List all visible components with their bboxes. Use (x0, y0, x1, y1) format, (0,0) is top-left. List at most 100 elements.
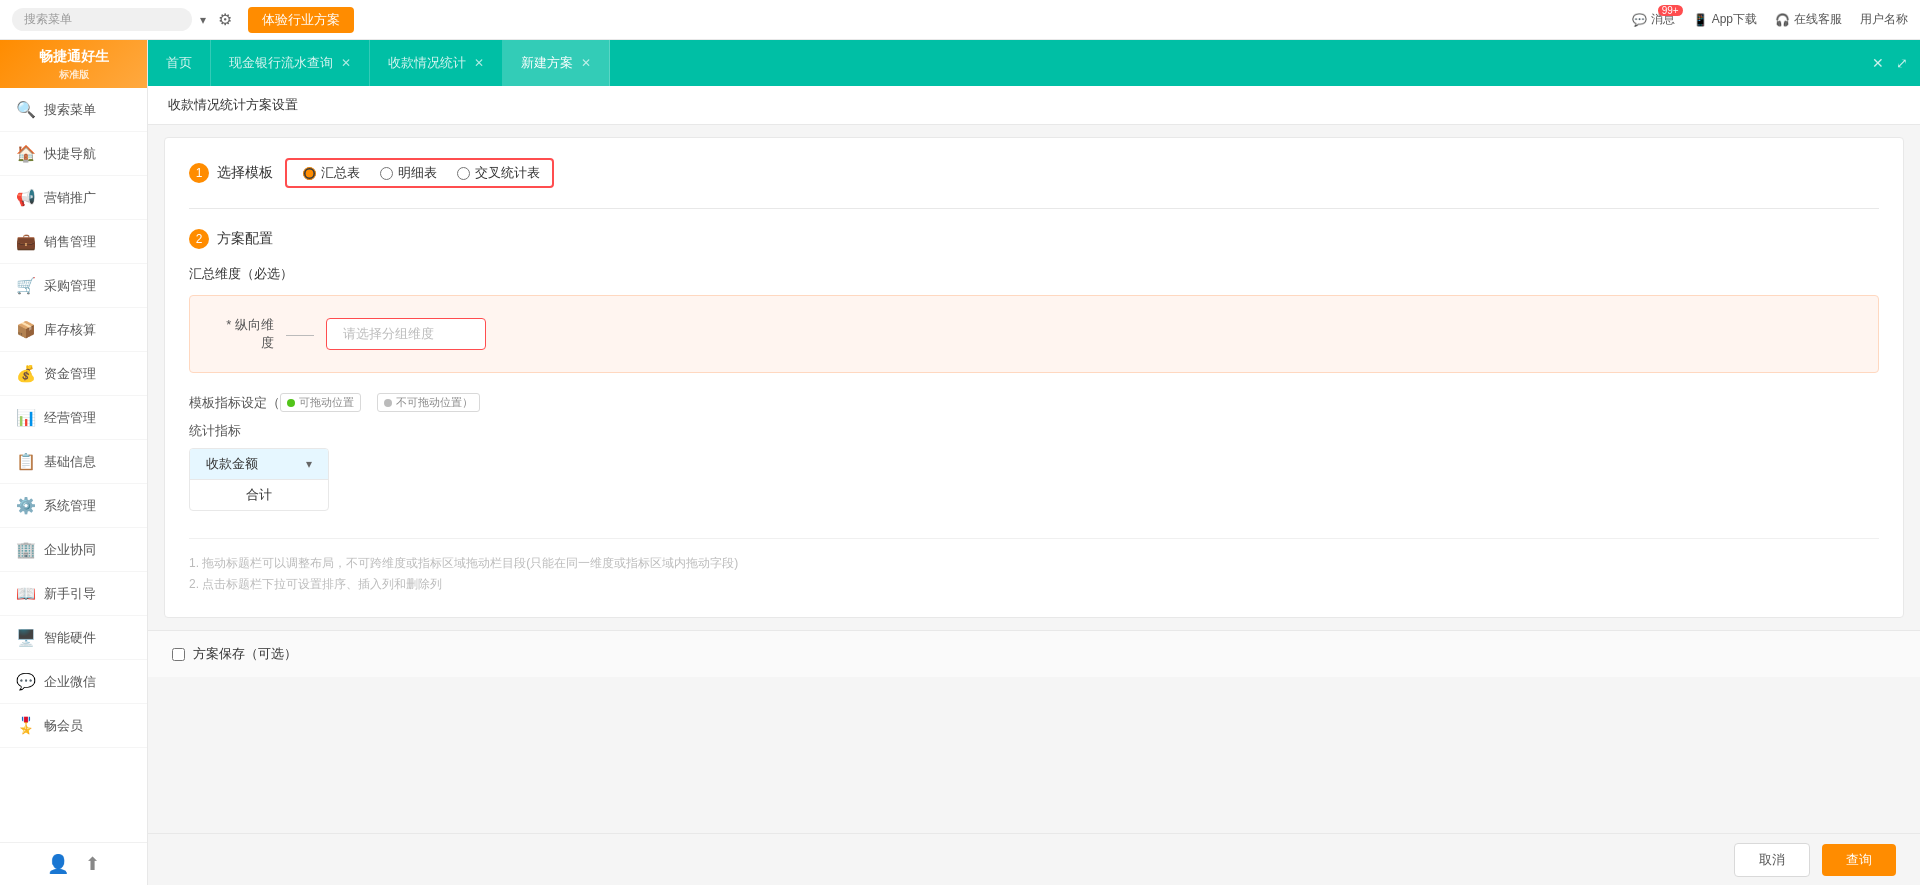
radio-huizong[interactable]: 汇总表 (303, 164, 360, 182)
finance-icon: 💰 (16, 364, 36, 383)
sidebar-item-search[interactable]: 🔍 搜索菜单 (0, 88, 147, 132)
sidebar-item-guide[interactable]: 📖 新手引导 (0, 572, 147, 616)
tab-close-receivable[interactable]: ✕ (474, 56, 484, 70)
logo-line1: 畅捷通好生 (39, 47, 109, 65)
sidebar-logo: 畅捷通好生 标准版 (0, 40, 147, 88)
sidebar-item-purchase[interactable]: 🛒 采购管理 (0, 264, 147, 308)
metrics-col-stats-label: 统计指标 收款金额 ▾ 合计 (189, 422, 329, 514)
step2-label: 方案配置 (217, 230, 273, 248)
metrics-columns: 统计指标 收款金额 ▾ 合计 (189, 422, 1879, 514)
metrics-table: 收款金额 ▾ 合计 (189, 448, 329, 511)
sales-icon: 💼 (16, 232, 36, 251)
right-panel: 首页 现金银行流水查询 ✕ 收款情况统计 ✕ 新建方案 ✕ ✕ ⤢ (148, 40, 1920, 885)
sidebar-item-system[interactable]: ⚙️ 系统管理 (0, 484, 147, 528)
bottom-bar: 取消 查询 (148, 833, 1920, 885)
sidebar-item-management[interactable]: 📊 经营管理 (0, 396, 147, 440)
page-title: 收款情况统计方案设置 (168, 97, 298, 112)
sidebar-item-label: 销售管理 (44, 233, 96, 251)
save-label[interactable]: 方案保存（可选） (193, 645, 297, 663)
hardware-icon: 🖥️ (16, 628, 36, 647)
main-layout: 畅捷通好生 标准版 🔍 搜索菜单 🏠 快捷导航 📢 营销推广 💼 销售管理 🛒 … (0, 40, 1920, 885)
sidebar-item-label: 企业协同 (44, 541, 96, 559)
radio-mingxi-input[interactable] (380, 167, 393, 180)
sidebar-item-inventory[interactable]: 📦 库存核算 (0, 308, 147, 352)
sidebar-item-base-info[interactable]: 📋 基础信息 (0, 440, 147, 484)
tab-receivable[interactable]: 收款情况统计 ✕ (370, 40, 503, 86)
radio-jiaocha[interactable]: 交叉统计表 (457, 164, 540, 182)
sidebar-item-label: 采购管理 (44, 277, 96, 295)
sidebar-item-enterprise[interactable]: 🏢 企业协同 (0, 528, 147, 572)
sidebar-item-nav[interactable]: 🏠 快捷导航 (0, 132, 147, 176)
tab-bar: 首页 现金银行流水查询 ✕ 收款情况统计 ✕ 新建方案 ✕ ✕ ⤢ (148, 40, 1920, 86)
metrics-chevron-icon[interactable]: ▾ (306, 457, 312, 471)
sidebar-item-label: 系统管理 (44, 497, 96, 515)
sidebar-item-marketing[interactable]: 📢 营销推广 (0, 176, 147, 220)
dim-row-vertical: * 纵向维度 —— 请选择分组维度 (214, 316, 1854, 352)
step2-header: 2 方案配置 (189, 229, 1879, 249)
section-divider-1 (189, 208, 1879, 209)
header-right: 💬 消息 99+ 📱 App下载 🎧 在线客服 用户名称 (1632, 11, 1908, 28)
wechat-icon: 💬 (16, 672, 36, 691)
sidebar-item-hardware[interactable]: 🖥️ 智能硬件 (0, 616, 147, 660)
tab-maximize-icon[interactable]: ⤢ (1896, 55, 1908, 71)
marketing-icon: 📢 (16, 188, 36, 207)
radio-mingxi[interactable]: 明细表 (380, 164, 437, 182)
movable-dot (287, 399, 295, 407)
online-service-btn[interactable]: 🎧 在线客服 (1775, 11, 1842, 28)
radio-jiaocha-input[interactable] (457, 167, 470, 180)
cancel-button[interactable]: 取消 (1734, 843, 1810, 877)
inventory-icon: 📦 (16, 320, 36, 339)
tip-1: 1. 拖动标题栏可以调整布局，不可跨维度或指标区域拖动栏目段(只能在同一维度或指… (189, 555, 1879, 572)
tip-2: 2. 点击标题栏下拉可设置排序、插入列和删除列 (189, 576, 1879, 593)
form-card: 1 选择模板 汇总表 明细表 (164, 137, 1904, 618)
unmovable-tag: 不可拖动位置） (377, 393, 480, 412)
trial-btn[interactable]: 体验行业方案 (248, 7, 354, 33)
top-header: 搜索菜单 ▾ ⚙ 体验行业方案 💬 消息 99+ 📱 App下载 🎧 在线客服 … (0, 0, 1920, 40)
sidebar-item-label: 营销推广 (44, 189, 96, 207)
message-btn[interactable]: 💬 消息 99+ (1632, 11, 1675, 28)
service-icon: 🎧 (1775, 13, 1790, 27)
dim-select[interactable]: 请选择分组维度 (326, 318, 486, 350)
gear-icon[interactable]: ⚙ (218, 10, 232, 29)
sidebar-item-member[interactable]: 🎖️ 畅会员 (0, 704, 147, 748)
sidebar-item-label: 快捷导航 (44, 145, 96, 163)
base-info-icon: 📋 (16, 452, 36, 471)
metrics-section: 模板指标设定（ 可拖动位置 不可拖动位置） 统计指标 (189, 393, 1879, 514)
query-button[interactable]: 查询 (1822, 844, 1896, 876)
tab-close-cash-flow[interactable]: ✕ (341, 56, 351, 70)
template-selector-box: 汇总表 明细表 交叉统计表 (285, 158, 554, 188)
sidebar-item-wechat[interactable]: 💬 企业微信 (0, 660, 147, 704)
sidebar-item-label: 新手引导 (44, 585, 96, 603)
search-bar[interactable]: 搜索菜单 (12, 8, 192, 31)
logo-line2: 标准版 (39, 68, 109, 81)
enterprise-icon: 🏢 (16, 540, 36, 559)
app-download-btn[interactable]: 📱 App下载 (1693, 11, 1757, 28)
sidebar-bottom-icon-2[interactable]: ⬆ (85, 853, 100, 875)
tab-new-plan[interactable]: 新建方案 ✕ (503, 40, 610, 86)
guide-icon: 📖 (16, 584, 36, 603)
purchase-icon: 🛒 (16, 276, 36, 295)
tab-home[interactable]: 首页 (148, 40, 211, 86)
radio-huizong-label: 汇总表 (321, 164, 360, 182)
dropdown-arrow-icon[interactable]: ▾ (200, 13, 206, 27)
management-icon: 📊 (16, 408, 36, 427)
metrics-table-header[interactable]: 收款金额 ▾ (190, 449, 328, 479)
save-checkbox[interactable] (172, 648, 185, 661)
dim-vertical-label: * 纵向维度 (214, 316, 274, 352)
sidebar-bottom-icon-1[interactable]: 👤 (47, 853, 69, 875)
tab-bar-right-actions: ✕ ⤢ (1860, 40, 1920, 86)
tab-close-new-plan[interactable]: ✕ (581, 56, 591, 70)
sidebar-item-finance[interactable]: 💰 资金管理 (0, 352, 147, 396)
user-name[interactable]: 用户名称 (1860, 11, 1908, 28)
radio-huizong-input[interactable] (303, 167, 316, 180)
step1-label: 选择模板 (217, 164, 273, 182)
sidebar-item-label: 企业微信 (44, 673, 96, 691)
sidebar-item-label: 资金管理 (44, 365, 96, 383)
unmovable-dot (384, 399, 392, 407)
system-icon: ⚙️ (16, 496, 36, 515)
tab-cash-flow[interactable]: 现金银行流水查询 ✕ (211, 40, 370, 86)
save-section: 方案保存（可选） (148, 630, 1920, 677)
sidebar-bottom: 👤 ⬆ (0, 842, 147, 885)
sidebar-item-sales[interactable]: 💼 销售管理 (0, 220, 147, 264)
tab-close-all-icon[interactable]: ✕ (1872, 55, 1884, 71)
